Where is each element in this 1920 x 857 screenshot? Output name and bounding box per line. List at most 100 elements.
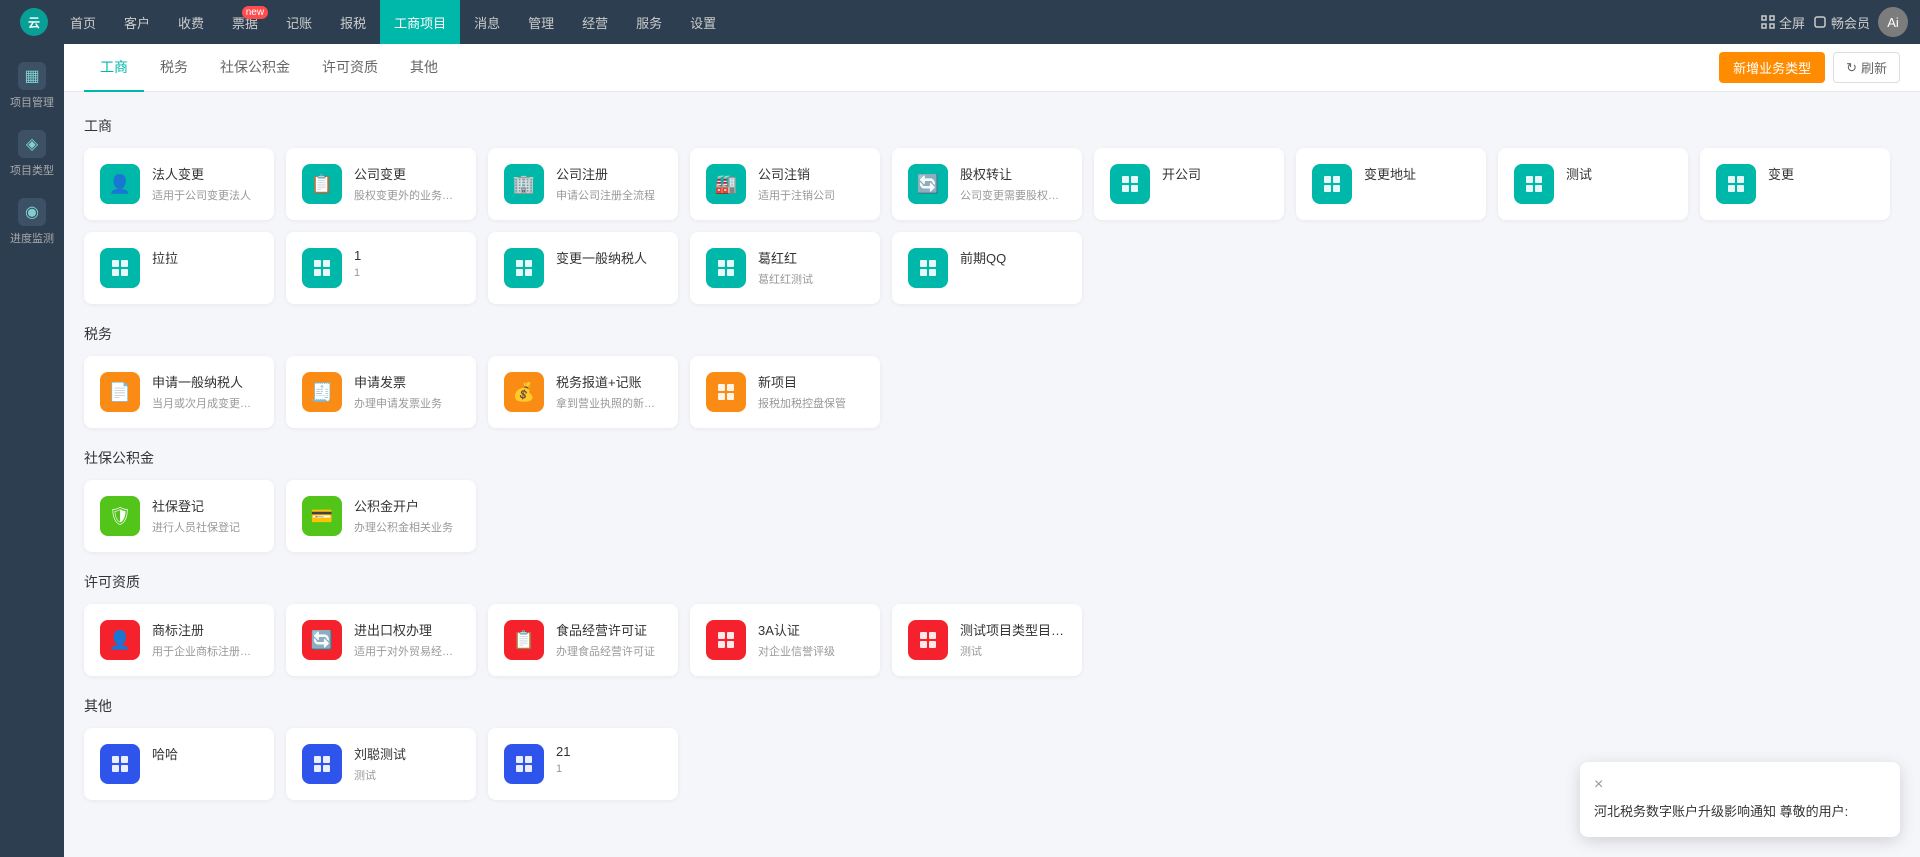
tab-other[interactable]: 其他 [394, 44, 454, 92]
top-navigation: 云 首页 客户 收费 票据 new 记账 报税 工商项目 消息 管理 经营 服务… [0, 0, 1920, 44]
list-item[interactable]: 🏭公司注销适用于注销公司 [690, 148, 880, 220]
nav-message[interactable]: 消息 [460, 0, 514, 44]
card-icon-0-11 [504, 248, 544, 288]
card-icon-3-3 [706, 620, 746, 660]
progress-monitor-icon: ◉ [18, 198, 46, 226]
list-item[interactable]: 新项目报税加税控盘保管 [690, 356, 880, 428]
list-item[interactable]: 拉拉 [84, 232, 274, 304]
svg-text:云: 云 [28, 16, 40, 30]
list-item[interactable]: 📋食品经营许可证办理食品经营许可证 [488, 604, 678, 676]
nav-billing[interactable]: 收费 [164, 0, 218, 44]
list-item[interactable]: 211 [488, 728, 678, 800]
card-info-0-11: 变更一般纳税人 [556, 248, 662, 271]
list-item[interactable]: 👤商标注册用于企业商标注册服务 [84, 604, 274, 676]
card-icon-0-7 [1514, 164, 1554, 204]
card-desc: 股权变更外的业务变更 [354, 187, 460, 203]
card-desc: 办理食品经营许可证 [556, 643, 662, 659]
card-info-1-2: 税务报道+记账拿到营业执照的新公司 [556, 372, 662, 411]
card-desc: 1 [556, 763, 662, 775]
fullscreen-button[interactable]: 全屏 [1761, 13, 1805, 32]
card-title: 公司注销 [758, 164, 864, 183]
card-icon-0-5 [1110, 164, 1150, 204]
card-icon-1-1: 🧾 [302, 372, 342, 412]
section-title-0: 工商 [84, 116, 1900, 136]
card-info-0-8: 变更 [1768, 164, 1874, 187]
list-item[interactable]: 哈哈 [84, 728, 274, 800]
card-title: 公司变更 [354, 164, 460, 183]
cards-grid-0: 👤法人变更适用于公司变更法人📋公司变更股权变更外的业务变更🏢公司注册申请公司注册… [84, 148, 1900, 304]
nav-tax[interactable]: 报税 [326, 0, 380, 44]
card-desc: 办理公积金相关业务 [354, 519, 460, 535]
sidebar: ▦ 项目管理 ◈ 项目类型 ◉ 进度监测 [0, 44, 64, 857]
sidebar-item-project-type[interactable]: ◈ 项目类型 [4, 122, 60, 186]
list-item[interactable]: 🔄股权转让公司变更需要股权转让 [892, 148, 1082, 220]
card-title: 税务报道+记账 [556, 372, 662, 391]
card-title: 测试 [1566, 164, 1672, 183]
list-item[interactable]: 开公司 [1094, 148, 1284, 220]
card-title: 食品经营许可证 [556, 620, 662, 639]
list-item[interactable]: 变更地址 [1296, 148, 1486, 220]
list-item[interactable]: 3A认证对企业信誉评级 [690, 604, 880, 676]
list-item[interactable]: 🏢公司注册申请公司注册全流程 [488, 148, 678, 220]
card-desc: 适用于对外贸易经营者 [354, 643, 460, 659]
cards-grid-1: 📄申请一般纳税人当月或次月成变更完成🧾申请发票办理申请发票业务💰税务报道+记账拿… [84, 356, 1900, 428]
sidebar-item-project-manage[interactable]: ▦ 项目管理 [4, 54, 60, 118]
list-item[interactable]: 测试 [1498, 148, 1688, 220]
card-title: 变更地址 [1364, 164, 1470, 183]
list-item[interactable]: 测试项目类型目定义测试 [892, 604, 1082, 676]
section-title-3: 许可资质 [84, 572, 1900, 592]
new-type-button[interactable]: 新增业务类型 [1719, 52, 1825, 83]
scroll-area: 工商👤法人变更适用于公司变更法人📋公司变更股权变更外的业务变更🏢公司注册申请公司… [64, 92, 1920, 857]
section-title-1: 税务 [84, 324, 1900, 344]
tab-social-security[interactable]: 社保公积金 [204, 44, 306, 92]
notification-close[interactable]: × [1594, 776, 1603, 794]
nav-customer[interactable]: 客户 [110, 0, 164, 44]
list-item[interactable]: 11 [286, 232, 476, 304]
refresh-button[interactable]: ↻ 刷新 [1833, 52, 1900, 83]
tab-business[interactable]: 工商 [84, 44, 144, 92]
sidebar-label-project-manage: 项目管理 [10, 94, 54, 110]
nav-invoice[interactable]: 票据 new [218, 0, 272, 44]
card-desc: 用于企业商标注册服务 [152, 643, 258, 659]
sidebar-item-progress-monitor[interactable]: ◉ 进度监测 [4, 190, 60, 254]
list-item[interactable]: 葛红红葛红红测试 [690, 232, 880, 304]
card-icon-4-1 [302, 744, 342, 784]
card-info-0-9: 拉拉 [152, 248, 258, 271]
list-item[interactable]: 📋公司变更股权变更外的业务变更 [286, 148, 476, 220]
nav-accounting[interactable]: 记账 [272, 0, 326, 44]
nav-biz-project[interactable]: 工商项目 [380, 0, 460, 44]
card-title: 法人变更 [152, 164, 258, 183]
nav-operation[interactable]: 经营 [568, 0, 622, 44]
invoice-badge: new [242, 6, 268, 19]
list-item[interactable]: 🛡社保登记进行人员社保登记 [84, 480, 274, 552]
list-item[interactable]: 📄申请一般纳税人当月或次月成变更完成 [84, 356, 274, 428]
list-item[interactable]: 变更 [1700, 148, 1890, 220]
card-info-2-0: 社保登记进行人员社保登记 [152, 496, 258, 535]
list-item[interactable]: 👤法人变更适用于公司变更法人 [84, 148, 274, 220]
section-title-4: 其他 [84, 696, 1900, 716]
list-item[interactable]: 前期QQ [892, 232, 1082, 304]
list-item[interactable]: 🧾申请发票办理申请发票业务 [286, 356, 476, 428]
card-icon-0-10 [302, 248, 342, 288]
sidebar-label-project-type: 项目类型 [10, 162, 54, 178]
list-item[interactable]: 🔄进出口权办理适用于对外贸易经营者 [286, 604, 476, 676]
member-button[interactable]: 畅会员 [1813, 13, 1870, 32]
nav-settings[interactable]: 设置 [676, 0, 730, 44]
notification-header: × [1594, 776, 1886, 794]
nav-manage[interactable]: 管理 [514, 0, 568, 44]
logo[interactable]: 云 [12, 0, 56, 44]
list-item[interactable]: 💳公积金开户办理公积金相关业务 [286, 480, 476, 552]
list-item[interactable]: 💰税务报道+记账拿到营业执照的新公司 [488, 356, 678, 428]
tab-license[interactable]: 许可资质 [306, 44, 394, 92]
card-info-0-4: 股权转让公司变更需要股权转让 [960, 164, 1066, 203]
nav-service[interactable]: 服务 [622, 0, 676, 44]
list-item[interactable]: 变更一般纳税人 [488, 232, 678, 304]
card-info-4-0: 哈哈 [152, 744, 258, 767]
user-avatar[interactable]: Ai [1878, 7, 1908, 37]
tab-tax[interactable]: 税务 [144, 44, 204, 92]
card-icon-1-0: 📄 [100, 372, 140, 412]
card-icon-3-1: 🔄 [302, 620, 342, 660]
card-title: 公积金开户 [354, 496, 460, 515]
list-item[interactable]: 刘聪测试测试 [286, 728, 476, 800]
nav-home[interactable]: 首页 [56, 0, 110, 44]
